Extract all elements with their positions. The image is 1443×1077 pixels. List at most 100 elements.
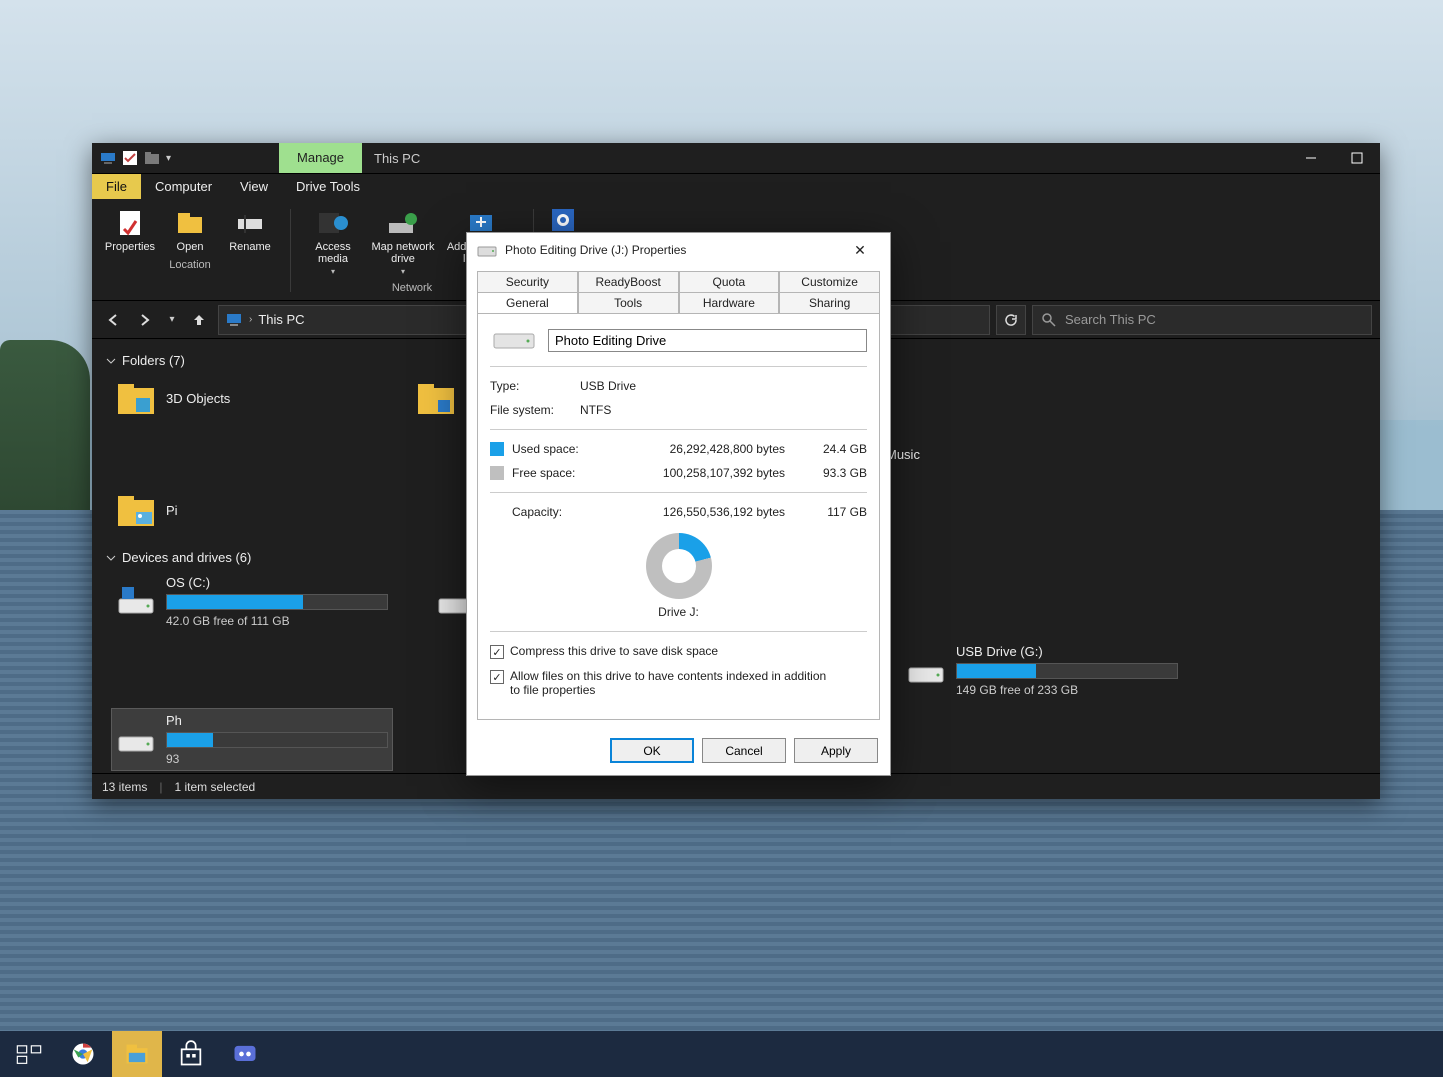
dialog-close-button[interactable]: ✕: [840, 233, 880, 267]
taskbar-chrome[interactable]: [58, 1031, 108, 1077]
ribbon-properties-button[interactable]: Properties: [102, 205, 158, 255]
chevron-down-icon: [106, 356, 116, 366]
ribbon-tab-manage[interactable]: Manage: [279, 143, 362, 173]
taskbar-store[interactable]: [166, 1031, 216, 1077]
ribbon-settings-button[interactable]: [546, 207, 743, 233]
free-gb: 93.3 GB: [805, 466, 867, 480]
filesystem-value: NTFS: [580, 403, 611, 417]
status-bar: 13 items | 1 item selected: [92, 773, 1380, 799]
compress-checkbox-row[interactable]: ✓ Compress this drive to save disk space: [490, 644, 867, 659]
ribbon-group-location-label: Location: [169, 259, 211, 273]
used-gb: 24.4 GB: [805, 442, 867, 456]
tab-tools[interactable]: Tools: [578, 292, 679, 313]
ribbon-map-drive-label: Map network drive: [369, 241, 437, 265]
ribbon-rename-button[interactable]: Rename: [222, 205, 278, 255]
drive-icon: [906, 654, 946, 688]
nav-forward-button[interactable]: [132, 307, 158, 333]
capacity-pie-chart: [646, 533, 712, 599]
folder-item[interactable]: Pi: [112, 486, 372, 534]
drive-free-text: 149 GB free of 233 GB: [956, 683, 1178, 697]
status-separator: |: [159, 780, 162, 794]
folder-label: Pi: [166, 503, 178, 518]
task-view-button[interactable]: [4, 1031, 54, 1077]
drive-capacity-bar: [956, 663, 1178, 679]
taskbar-explorer[interactable]: [112, 1031, 162, 1077]
tab-hardware[interactable]: Hardware: [679, 292, 780, 313]
drive-icon: [116, 585, 156, 619]
dialog-tabs: SecurityReadyBoostQuotaCustomize General…: [467, 271, 890, 313]
nav-up-button[interactable]: [186, 307, 212, 333]
folder-icon: [116, 378, 156, 418]
search-icon: [1041, 312, 1057, 328]
tab-readyboost[interactable]: ReadyBoost: [578, 271, 679, 292]
apply-button[interactable]: Apply: [794, 738, 878, 763]
menu-computer[interactable]: Computer: [141, 174, 226, 199]
search-box[interactable]: Search This PC: [1032, 305, 1372, 335]
checkbox-icon[interactable]: [122, 150, 138, 166]
drive-capacity-bar: [166, 594, 388, 610]
drive-name: OS (C:): [166, 575, 388, 590]
tab-security[interactable]: Security: [477, 271, 578, 292]
address-text: This PC: [258, 312, 304, 327]
drive-name: USB Drive (G:): [956, 644, 1178, 659]
folder-icon: [116, 490, 156, 530]
capacity-label: Capacity:: [512, 505, 594, 519]
ribbon-map-drive-button[interactable]: Map network drive ▾: [367, 205, 439, 278]
refresh-button[interactable]: [996, 305, 1026, 335]
qat-dropdown-icon[interactable]: ▾: [166, 153, 171, 164]
dropdown-arrow-icon: ▾: [331, 267, 335, 276]
tab-general[interactable]: General: [477, 292, 578, 313]
dialog-buttons: OK Cancel Apply: [467, 730, 890, 775]
status-selected-count: 1 item selected: [174, 780, 255, 794]
drive-name-field[interactable]: [548, 329, 867, 352]
new-folder-icon[interactable]: [144, 150, 160, 166]
drive-name: Ph: [166, 713, 388, 728]
filesystem-label: File system:: [490, 403, 570, 417]
drive-letter-label: Drive J:: [658, 605, 699, 619]
ribbon-access-media-button[interactable]: Access media ▾: [303, 205, 363, 278]
minimize-button[interactable]: [1288, 143, 1334, 173]
ribbon-open-label: Open: [177, 241, 204, 253]
taskbar-discord[interactable]: [220, 1031, 270, 1077]
free-swatch: [490, 466, 504, 480]
chevron-right-icon: ›: [249, 314, 252, 325]
dropdown-arrow-icon: ▾: [401, 267, 405, 276]
search-placeholder: Search This PC: [1065, 312, 1156, 327]
type-value: USB Drive: [580, 379, 636, 393]
drive-free-text: 93: [166, 752, 388, 766]
menubar: File Computer View Drive Tools: [92, 173, 1380, 199]
drive-icon: [477, 241, 497, 259]
drive-item[interactable]: USB Drive (G:) 149 GB free of 233 GB: [902, 640, 1182, 701]
used-label: Used space:: [512, 442, 594, 456]
free-bytes: 100,258,107,392 bytes: [602, 466, 797, 480]
folder-3d-objects[interactable]: 3D Objects: [112, 374, 372, 422]
titlebar[interactable]: ▾ Manage This PC: [92, 143, 1380, 173]
used-swatch: [490, 442, 504, 456]
this-pc-icon: [100, 150, 116, 166]
maximize-button[interactable]: [1334, 143, 1380, 173]
ribbon-open-button[interactable]: Open: [162, 205, 218, 255]
tab-quota[interactable]: Quota: [679, 271, 780, 292]
menu-drive-tools[interactable]: Drive Tools: [282, 174, 374, 199]
checkbox-icon[interactable]: ✓: [490, 645, 504, 659]
folder-label: Music: [886, 447, 920, 462]
drive-item[interactable]: Ph 93: [112, 709, 392, 770]
drive-properties-dialog: Photo Editing Drive (J:) Properties ✕ Se…: [466, 232, 891, 776]
nav-back-button[interactable]: [100, 307, 126, 333]
ok-button[interactable]: OK: [610, 738, 694, 763]
drive-item[interactable]: OS (C:)42.0 GB free of 111 GB: [112, 571, 392, 632]
folder-label: 3D Objects: [166, 391, 230, 406]
menu-file[interactable]: File: [92, 174, 141, 199]
dialog-title: Photo Editing Drive (J:) Properties: [505, 243, 686, 257]
tab-sharing[interactable]: Sharing: [779, 292, 880, 313]
window-title: This PC: [362, 151, 432, 166]
cancel-button[interactable]: Cancel: [702, 738, 786, 763]
checkbox-icon[interactable]: ✓: [490, 670, 504, 684]
index-checkbox-row[interactable]: ✓ Allow files on this drive to have cont…: [490, 669, 867, 697]
drive-icon: [490, 326, 538, 354]
nav-recent-dropdown[interactable]: ▾: [164, 307, 180, 333]
dialog-titlebar[interactable]: Photo Editing Drive (J:) Properties ✕: [467, 233, 890, 267]
tab-customize[interactable]: Customize: [779, 271, 880, 292]
taskbar[interactable]: [0, 1031, 1443, 1077]
menu-view[interactable]: View: [226, 174, 282, 199]
